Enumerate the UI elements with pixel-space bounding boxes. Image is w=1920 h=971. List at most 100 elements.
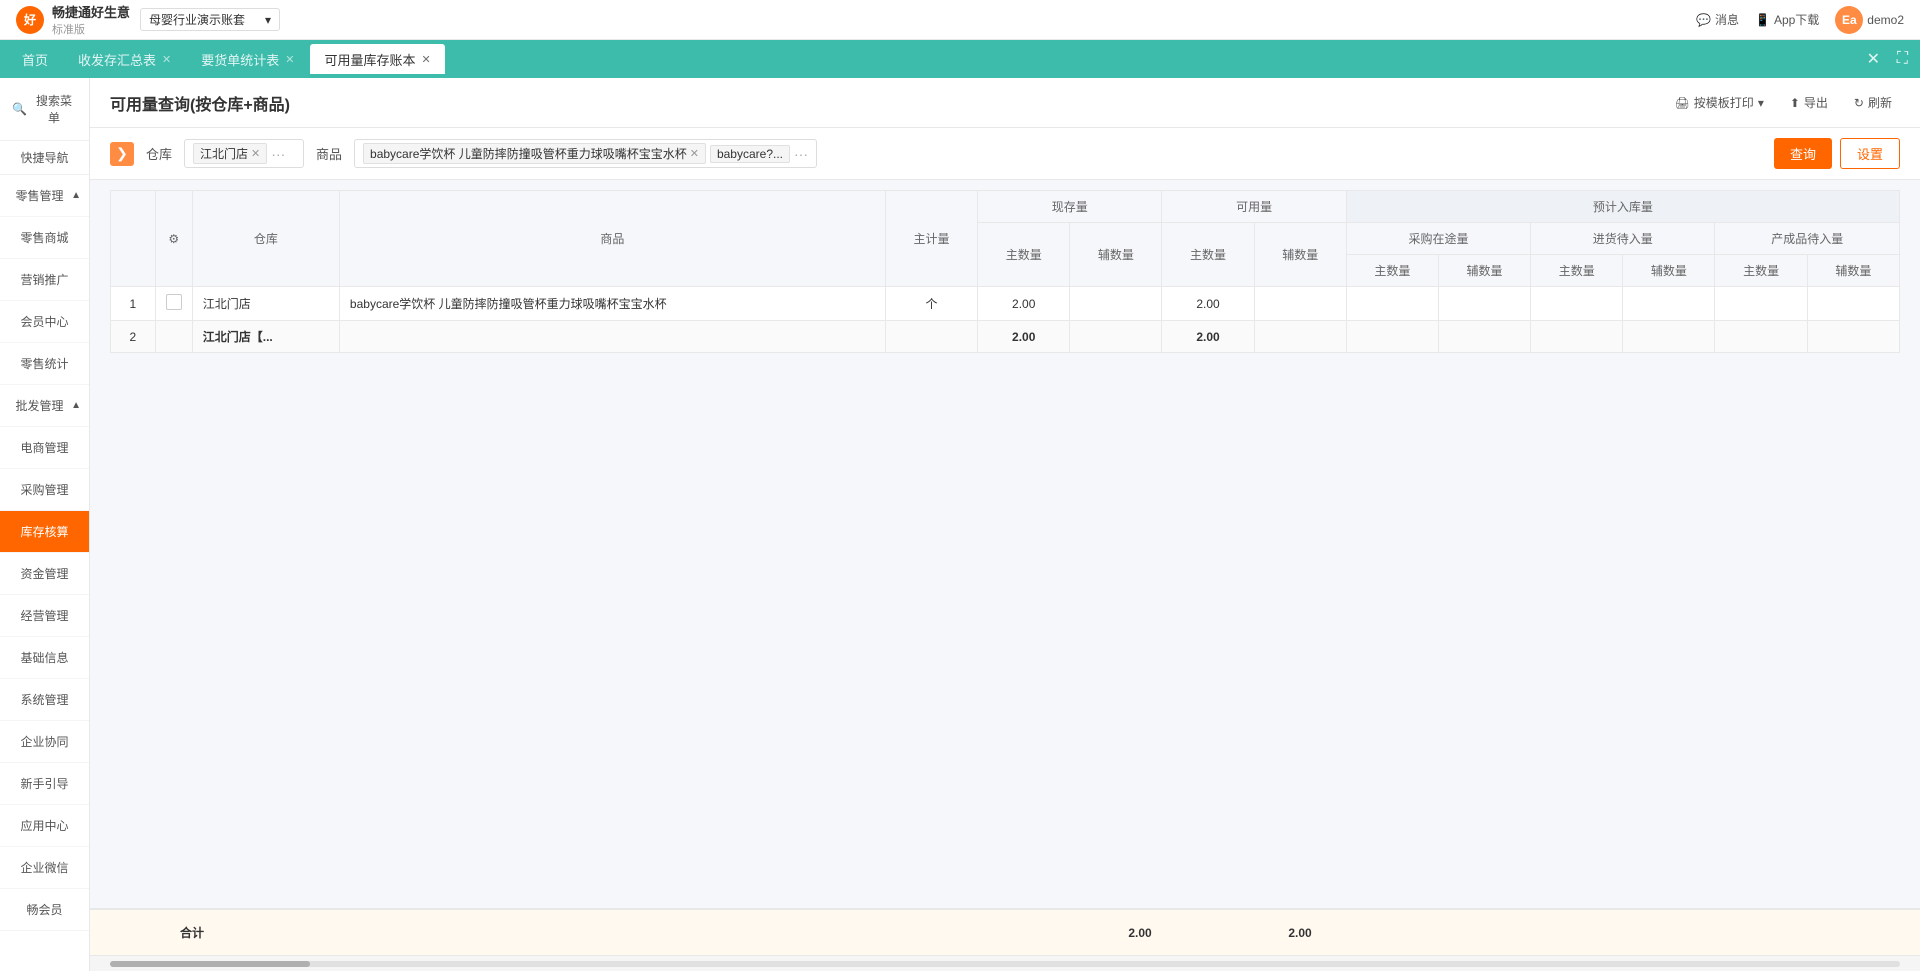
tab-orders-label: 要货单统计表: [201, 50, 279, 69]
cell-checkbox-2[interactable]: [155, 321, 192, 353]
cell-unit-2: [885, 321, 977, 353]
app-download-button[interactable]: 📱 App下载: [1755, 11, 1819, 28]
export-icon: ⬆: [1790, 96, 1800, 110]
print-button[interactable]: 🖨 按模板打印 ▾: [1667, 90, 1772, 115]
cell-warehouse-2: 江北门店【...: [192, 321, 339, 353]
sidebar-item-purchase-label: 采购管理: [8, 481, 81, 498]
sidebar-item-operations[interactable]: 经营管理: [0, 595, 89, 637]
sidebar-item-inventory[interactable]: 库存核算: [0, 511, 89, 553]
sidebar-item-retail-mall[interactable]: 零售商城: [0, 217, 89, 259]
cell-avail-aux-1: [1254, 287, 1346, 321]
expand-tabs-button[interactable]: ⛶: [1897, 50, 1908, 68]
scrollbar-track[interactable]: [110, 961, 1900, 967]
tab-orders[interactable]: 要货单统计表 ✕: [187, 44, 308, 74]
sidebar-item-retail-mgmt-label: 零售管理: [8, 187, 71, 204]
th-settings[interactable]: ⚙: [155, 191, 192, 287]
scrollbar-thumb[interactable]: [110, 961, 310, 967]
close-all-tabs-button[interactable]: ✕: [1867, 49, 1880, 69]
sidebar-item-app-center[interactable]: 应用中心: [0, 805, 89, 847]
username: demo2: [1867, 13, 1904, 27]
product-filter-more-icon[interactable]: ···: [794, 146, 808, 162]
search-menu-button[interactable]: 🔍 搜索菜单: [8, 88, 81, 130]
product-tag-1: babycare学饮杯 儿童防摔防撞吸管杯重力球吸嘴杯宝宝水杯 ✕: [363, 143, 706, 164]
message-icon: 💬: [1696, 13, 1711, 27]
logo-texts: 畅捷通好生意 标准版: [52, 2, 130, 37]
footer-available-main: 2.00: [1260, 918, 1340, 947]
sidebar-item-members-label: 会员中心: [8, 313, 81, 330]
filter-toggle-button[interactable]: ❯: [110, 142, 134, 166]
footer-stock-main: 2.00: [1100, 918, 1180, 947]
tab-orders-close[interactable]: ✕: [285, 53, 294, 66]
warehouse-tag: 江北门店 ✕: [193, 143, 267, 164]
cell-stock-main-2: 2.00: [978, 321, 1070, 353]
sidebar-item-basic-info[interactable]: 基础信息: [0, 637, 89, 679]
filter-buttons: 查询 设置: [1774, 138, 1900, 169]
sidebar-item-members[interactable]: 会员中心: [0, 301, 89, 343]
chevron-down-icon-print: ▾: [1758, 96, 1764, 110]
sidebar-item-newbie[interactable]: 新手引导: [0, 763, 89, 805]
cell-prod-aux-1: [1807, 287, 1899, 321]
sidebar-quick-nav[interactable]: 快捷导航: [0, 141, 89, 175]
table-row: 2 江北门店【... 2.00 2.00: [111, 321, 1900, 353]
product-filter-label: 商品: [316, 144, 342, 163]
sidebar-item-retail-stats-label: 零售统计: [8, 355, 81, 372]
filter-more-icon[interactable]: ···: [271, 146, 285, 162]
cell-product-2: [339, 321, 885, 353]
message-button[interactable]: 💬 消息: [1696, 11, 1739, 28]
export-button[interactable]: ⬆ 导出: [1782, 90, 1836, 115]
sidebar-item-operations-label: 经营管理: [8, 607, 81, 624]
tab-available-stock-close[interactable]: ✕: [422, 53, 431, 66]
warehouse-filter-input[interactable]: 江北门店 ✕ ···: [184, 139, 304, 168]
product-tag-1-text: babycare学饮杯 儿童防摔防撞吸管杯重力球吸嘴杯宝宝水杯: [370, 145, 687, 162]
chevron-icon: ▲: [71, 190, 81, 201]
cell-checkbox-1[interactable]: [155, 287, 192, 321]
sidebar-item-finance[interactable]: 资金管理: [0, 553, 89, 595]
tab-receipts[interactable]: 收发存汇总表 ✕: [64, 44, 185, 74]
user-area[interactable]: Ea demo2: [1835, 6, 1904, 34]
sidebar-item-ecommerce-label: 电商管理: [8, 439, 81, 456]
sidebar-item-collaboration[interactable]: 企业协同: [0, 721, 89, 763]
cell-row-num-2: 2: [111, 321, 156, 353]
tab-available-stock[interactable]: 可用量库存账本 ✕: [310, 44, 444, 74]
sidebar-item-marketing[interactable]: 营销推广: [0, 259, 89, 301]
top-bar-right: 💬 消息 📱 App下载 Ea demo2: [1696, 6, 1904, 34]
footer-pur-aux-empty: [1500, 918, 1580, 947]
tab-home-label: 首页: [22, 50, 48, 69]
sidebar-item-ecommerce[interactable]: 电商管理: [0, 427, 89, 469]
sidebar-item-wholesale[interactable]: 批发管理 ▲: [0, 385, 89, 427]
row-checkbox-1[interactable]: [166, 294, 182, 310]
cell-warehouse-1: 江北门店: [192, 287, 339, 321]
th-product: 商品: [339, 191, 885, 287]
sidebar-item-retail-mgmt[interactable]: 零售管理 ▲: [0, 175, 89, 217]
cell-pur-aux-1: [1438, 287, 1530, 321]
query-button[interactable]: 查询: [1774, 138, 1832, 169]
export-label: 导出: [1804, 94, 1828, 111]
search-menu-label: 搜索菜单: [31, 92, 77, 126]
industry-select[interactable]: 母婴行业演示账套 ▾: [140, 8, 280, 31]
chevron-down-icon: ▾: [265, 13, 271, 27]
sidebar-item-finance-label: 资金管理: [8, 565, 81, 582]
tab-receipts-close[interactable]: ✕: [162, 53, 171, 66]
sidebar-item-retail-stats[interactable]: 零售统计: [0, 343, 89, 385]
cell-inc-main-2: [1531, 321, 1623, 353]
chevron-icon-2: ▲: [71, 400, 81, 411]
tab-home[interactable]: 首页: [8, 44, 62, 74]
sidebar-item-system[interactable]: 系统管理: [0, 679, 89, 721]
cell-inc-main-1: [1531, 287, 1623, 321]
sidebar-item-wechat[interactable]: 企业微信: [0, 847, 89, 889]
setting-button[interactable]: 设置: [1840, 138, 1900, 169]
sidebar-item-purchase[interactable]: 采购管理: [0, 469, 89, 511]
product-tag-1-remove[interactable]: ✕: [690, 147, 699, 160]
warehouse-tag-remove[interactable]: ✕: [251, 147, 260, 160]
th-incoming-group: 进货待入量: [1531, 223, 1715, 255]
cell-row-num-1: 1: [111, 287, 156, 321]
product-filter-input[interactable]: babycare学饮杯 儿童防摔防撞吸管杯重力球吸嘴杯宝宝水杯 ✕ babyca…: [354, 139, 817, 168]
footer-avail-aux-empty: [1340, 918, 1420, 947]
sidebar-item-vip[interactable]: 畅会员: [0, 889, 89, 931]
th-purchase-group: 采购在途量: [1346, 223, 1530, 255]
refresh-button[interactable]: ↻ 刷新: [1846, 90, 1900, 115]
th-warehouse: 仓库: [192, 191, 339, 287]
top-bar-left: 好 畅捷通好生意 标准版 母婴行业演示账套 ▾: [16, 2, 280, 37]
phone-icon: 📱: [1755, 13, 1770, 27]
footer-pur-main-empty: [1420, 918, 1500, 947]
